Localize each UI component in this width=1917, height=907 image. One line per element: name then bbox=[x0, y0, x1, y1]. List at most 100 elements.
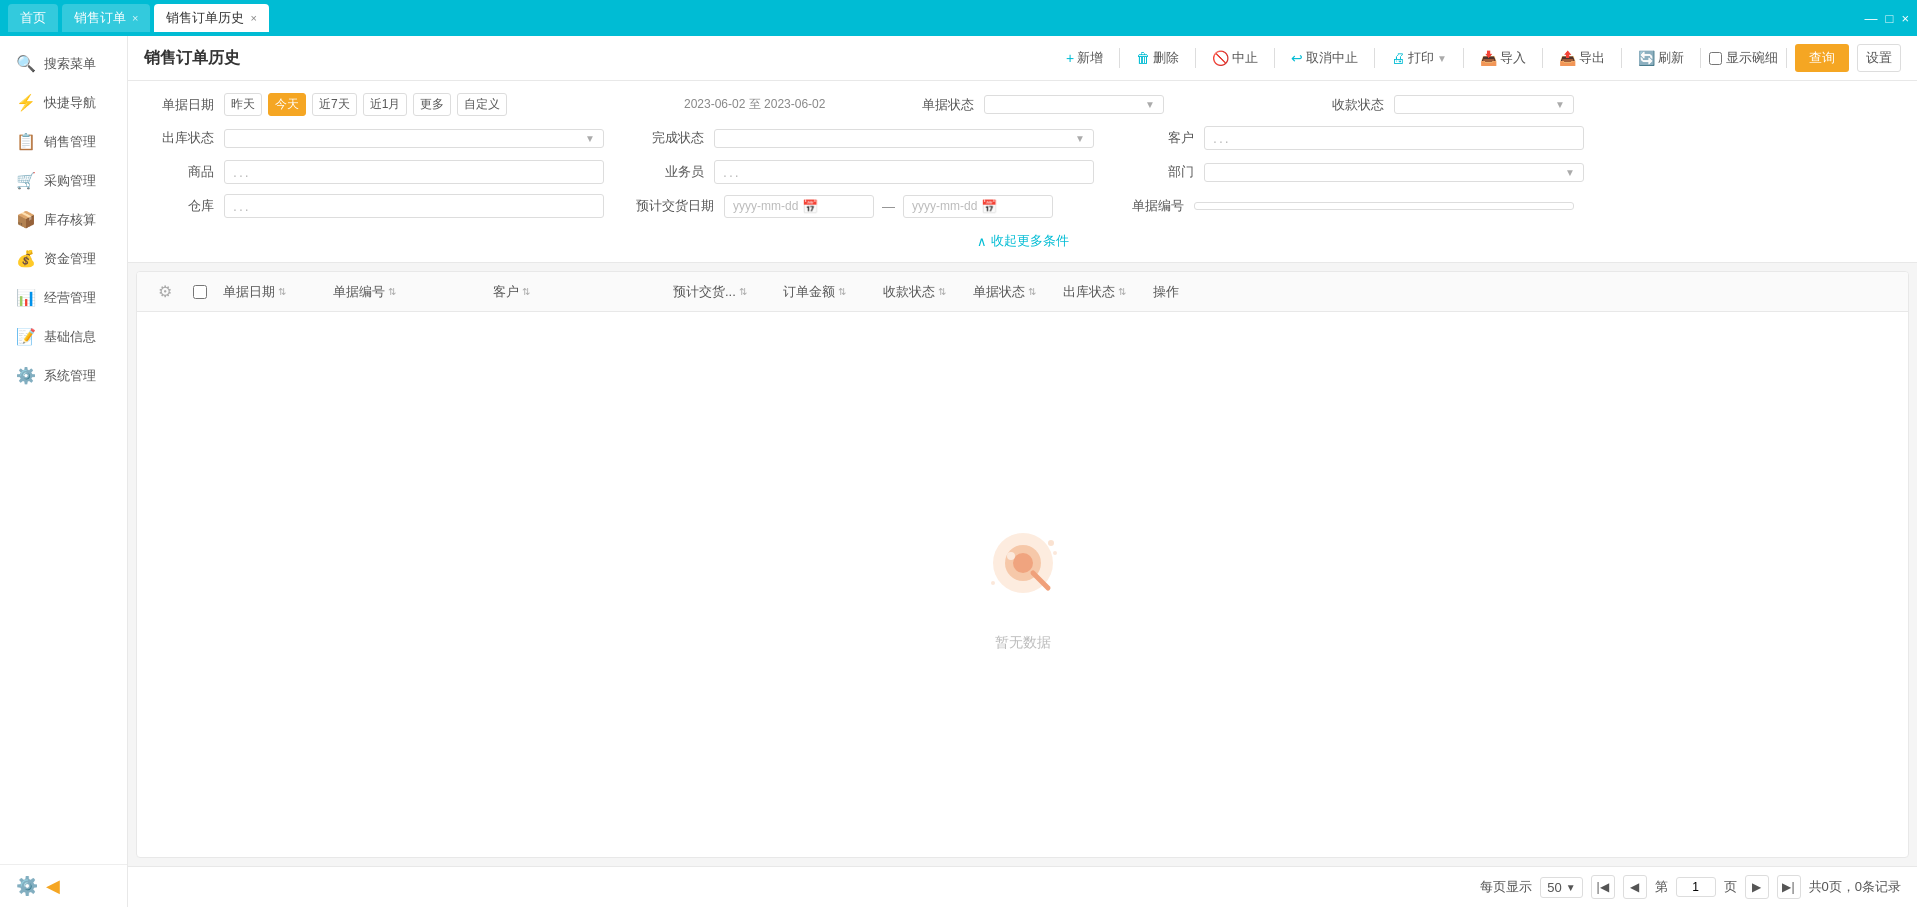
divider-2 bbox=[1195, 48, 1196, 68]
product-input[interactable]: ... bbox=[224, 160, 604, 184]
display-dense-checkbox[interactable]: 显示碗细 bbox=[1709, 49, 1778, 67]
salesperson-input[interactable]: ... bbox=[714, 160, 1094, 184]
import-label: 导入 bbox=[1500, 49, 1526, 67]
sidebar-item-quick-nav-label: 快捷导航 bbox=[44, 94, 96, 112]
date-today-btn[interactable]: 今天 bbox=[268, 93, 306, 116]
next-page-btn[interactable]: ▶ bbox=[1745, 875, 1769, 899]
toolbar: + 新增 🗑 删除 🚫 中止 ↩ 取消中止 bbox=[1058, 44, 1901, 72]
warehouse-label: 仓库 bbox=[144, 197, 224, 215]
sidebar-item-sys-mgmt-label: 系统管理 bbox=[44, 367, 96, 385]
sidebar-item-sales-mgmt[interactable]: 📋 销售管理 bbox=[0, 122, 127, 161]
tab-sales-order[interactable]: 销售订单 × bbox=[62, 4, 150, 32]
export-button[interactable]: 📤 导出 bbox=[1551, 45, 1613, 71]
export-icon: 📤 bbox=[1559, 50, 1576, 66]
bill-number-input[interactable] bbox=[1194, 202, 1574, 210]
refresh-label: 刷新 bbox=[1658, 49, 1684, 67]
per-page-label: 每页显示 bbox=[1480, 878, 1532, 896]
maximize-btn[interactable]: □ bbox=[1886, 11, 1894, 26]
collapse-row[interactable]: ∧ 收起更多条件 bbox=[144, 228, 1901, 250]
bill-status-select[interactable]: ▼ bbox=[984, 95, 1284, 114]
th-bill-number[interactable]: 单据编号 ⇅ bbox=[325, 283, 485, 301]
bill-status-arrow: ▼ bbox=[1145, 99, 1155, 110]
tab-home[interactable]: 首页 bbox=[8, 4, 58, 32]
sidebar-bottom: ⚙️ ◀ bbox=[0, 864, 127, 907]
sidebar-item-search-menu[interactable]: 🔍 搜索菜单 bbox=[0, 44, 127, 83]
th-customer-label: 客户 bbox=[493, 283, 519, 301]
sidebar-item-quick-nav[interactable]: ⚡ 快捷导航 bbox=[0, 83, 127, 122]
divider-6 bbox=[1542, 48, 1543, 68]
th-bill-number-sort: ⇅ bbox=[388, 286, 396, 297]
last-page-btn[interactable]: ▶| bbox=[1777, 875, 1801, 899]
payment-status-select[interactable]: ▼ bbox=[1394, 95, 1694, 114]
filter-row-4: 仓库 ... 预计交货日期 yyyy-mm-dd 📅 — yyyy-mm-dd bbox=[144, 194, 1901, 218]
warehouse-placeholder: ... bbox=[233, 198, 251, 214]
calendar-from-icon: 📅 bbox=[802, 199, 818, 214]
sidebar-item-fund-mgmt[interactable]: 💰 资金管理 bbox=[0, 239, 127, 278]
th-bill-status-label: 单据状态 bbox=[973, 283, 1025, 301]
sidebar-item-ops-mgmt[interactable]: 📊 经营管理 bbox=[0, 278, 127, 317]
refresh-icon: 🔄 bbox=[1638, 50, 1655, 66]
settings-button[interactable]: 设置 bbox=[1857, 44, 1901, 72]
complete-status-arrow: ▼ bbox=[1075, 133, 1085, 144]
date-custom-btn[interactable]: 自定义 bbox=[457, 93, 507, 116]
prev-page-btn[interactable]: ◀ bbox=[1623, 875, 1647, 899]
sidebar-item-sys-mgmt[interactable]: ⚙️ 系统管理 bbox=[0, 356, 127, 395]
product-label: 商品 bbox=[144, 163, 224, 181]
complete-status-dropdown[interactable]: ▼ bbox=[714, 129, 1094, 148]
th-delivery-status[interactable]: 出库状态 ⇅ bbox=[1055, 283, 1145, 301]
sidebar-item-basic-info-label: 基础信息 bbox=[44, 328, 96, 346]
sidebar-item-inventory-calc[interactable]: 📦 库存核算 bbox=[0, 200, 127, 239]
date-last7-btn[interactable]: 近7天 bbox=[312, 93, 357, 116]
sidebar-item-inventory-calc-label: 库存核算 bbox=[44, 211, 96, 229]
sys-mgmt-icon: ⚙️ bbox=[16, 366, 36, 385]
th-ops: 操作 bbox=[1145, 283, 1900, 301]
bill-status-dropdown[interactable]: ▼ bbox=[984, 95, 1164, 114]
th-settings[interactable]: ⚙ bbox=[145, 282, 185, 301]
stop-button[interactable]: 🚫 中止 bbox=[1204, 45, 1266, 71]
tab-sales-order-history[interactable]: 销售订单历史 × bbox=[154, 4, 268, 32]
select-all-checkbox[interactable] bbox=[193, 285, 207, 299]
refresh-button[interactable]: 🔄 刷新 bbox=[1630, 45, 1692, 71]
per-page-select[interactable]: 50 ▼ bbox=[1540, 877, 1582, 898]
department-dropdown[interactable]: ▼ bbox=[1204, 163, 1584, 182]
cancel-stop-button[interactable]: ↩ 取消中止 bbox=[1283, 45, 1366, 71]
delete-button[interactable]: 🗑 删除 bbox=[1128, 45, 1187, 71]
customer-label: 客户 bbox=[1124, 129, 1204, 147]
payment-status-dropdown[interactable]: ▼ bbox=[1394, 95, 1574, 114]
th-customer[interactable]: 客户 ⇅ bbox=[485, 283, 665, 301]
th-delivery-date-sort: ⇅ bbox=[739, 286, 747, 297]
print-arrow: ▼ bbox=[1437, 53, 1447, 64]
customer-input[interactable]: ... bbox=[1204, 126, 1584, 150]
date-last1m-btn[interactable]: 近1月 bbox=[363, 93, 408, 116]
first-page-btn[interactable]: |◀ bbox=[1591, 875, 1615, 899]
th-bill-status[interactable]: 单据状态 ⇅ bbox=[965, 283, 1055, 301]
query-button[interactable]: 查询 bbox=[1795, 44, 1849, 72]
tab-sales-order-close[interactable]: × bbox=[132, 12, 138, 24]
sidebar-collapse-btn[interactable]: ◀ bbox=[46, 875, 60, 897]
tab-sales-order-history-close[interactable]: × bbox=[250, 12, 256, 24]
date-yesterday-btn[interactable]: 昨天 bbox=[224, 93, 262, 116]
delivery-date-from-input[interactable]: yyyy-mm-dd 📅 bbox=[724, 195, 874, 218]
th-order-amount[interactable]: 订单金额 ⇅ bbox=[775, 283, 875, 301]
sidebar: 🔍 搜索菜单 ⚡ 快捷导航 📋 销售管理 🛒 采购管理 📦 库存核算 💰 资金管… bbox=[0, 36, 128, 907]
delivery-date-to-input[interactable]: yyyy-mm-dd 📅 bbox=[903, 195, 1053, 218]
sidebar-item-basic-info[interactable]: 📝 基础信息 bbox=[0, 317, 127, 356]
th-bill-date[interactable]: 单据日期 ⇅ bbox=[215, 283, 325, 301]
delivery-status-dropdown[interactable]: ▼ bbox=[224, 129, 604, 148]
add-button[interactable]: + 新增 bbox=[1058, 45, 1111, 71]
filter-row-3: 商品 ... 业务员 ... 部门 ▼ bbox=[144, 160, 1901, 184]
page-number-input[interactable] bbox=[1676, 877, 1716, 897]
settings-gear-icon[interactable]: ⚙ bbox=[158, 282, 172, 301]
sidebar-item-purchase-mgmt[interactable]: 🛒 采购管理 bbox=[0, 161, 127, 200]
import-button[interactable]: 📥 导入 bbox=[1472, 45, 1534, 71]
display-dense-input[interactable] bbox=[1709, 52, 1722, 65]
close-btn[interactable]: × bbox=[1901, 11, 1909, 26]
print-button[interactable]: 🖨 打印 ▼ bbox=[1383, 45, 1455, 71]
department-arrow: ▼ bbox=[1565, 167, 1575, 178]
sidebar-settings-btn[interactable]: ⚙️ bbox=[16, 875, 38, 897]
minimize-btn[interactable]: — bbox=[1865, 11, 1878, 26]
date-more-btn[interactable]: 更多 bbox=[413, 93, 451, 116]
th-delivery-date[interactable]: 预计交货... ⇅ bbox=[665, 283, 775, 301]
th-payment-status[interactable]: 收款状态 ⇅ bbox=[875, 283, 965, 301]
warehouse-input[interactable]: ... bbox=[224, 194, 604, 218]
